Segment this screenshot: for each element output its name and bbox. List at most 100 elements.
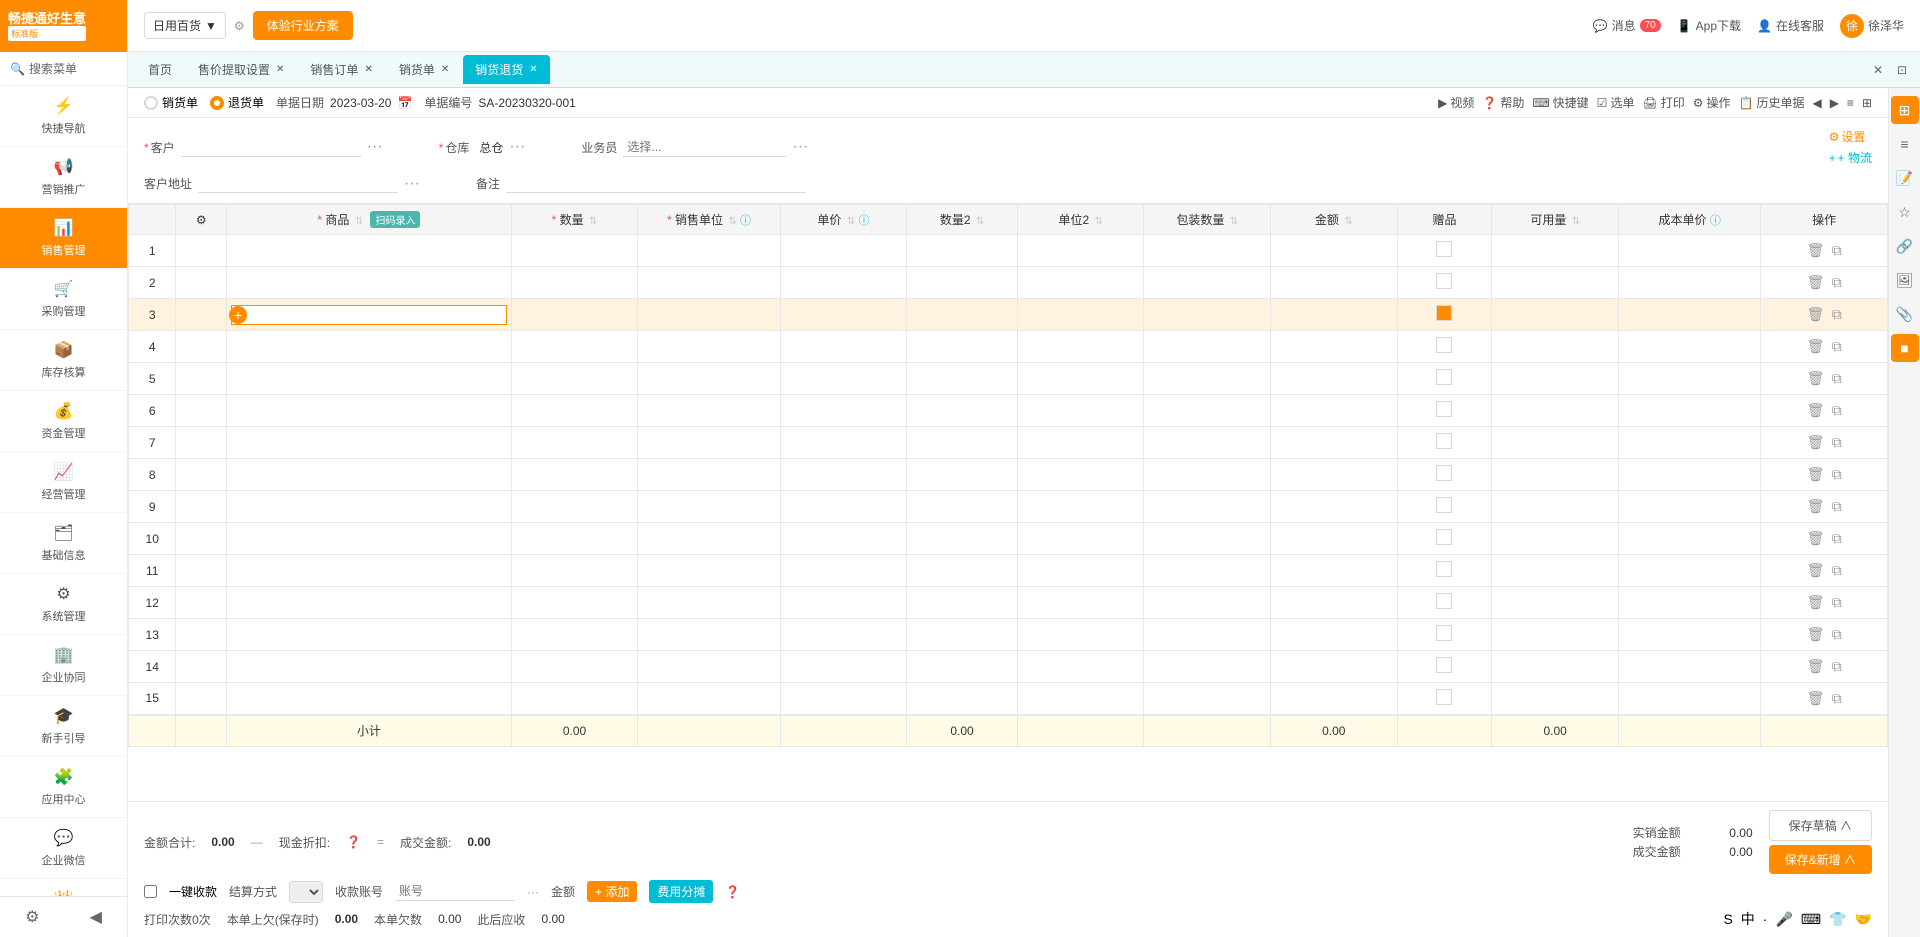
row-amount-8[interactable] — [1270, 459, 1397, 491]
row-pack-9[interactable] — [1144, 491, 1271, 523]
row-qty2-14[interactable] — [907, 651, 1018, 683]
row-unit-3[interactable] — [638, 299, 780, 331]
sidebar-item-weixin[interactable]: 💬 企业微信 — [0, 818, 127, 879]
row-avail-9[interactable] — [1492, 491, 1619, 523]
delete-row-btn-8[interactable]: 🗑 — [1807, 466, 1825, 482]
row-avail-14[interactable] — [1492, 651, 1619, 683]
sort-icon[interactable]: ⇅ — [355, 216, 363, 227]
row-price-6[interactable] — [780, 395, 907, 427]
row-unit2-15[interactable] — [1017, 683, 1144, 715]
sidebar-search[interactable]: 🔍 搜索菜单 — [0, 52, 127, 86]
row-unit-7[interactable] — [638, 427, 780, 459]
message-button[interactable]: 💬 消息 70 — [1593, 17, 1661, 34]
row-qty2-8[interactable] — [907, 459, 1018, 491]
ops-btn[interactable]: ⚙ 操作 — [1693, 94, 1731, 111]
row-unit2-3[interactable] — [1017, 299, 1144, 331]
row-amount-12[interactable] — [1270, 587, 1397, 619]
row-amount-9[interactable] — [1270, 491, 1397, 523]
radio-return-bill[interactable]: 退货单 — [210, 94, 264, 111]
row-qty2-11[interactable] — [907, 555, 1018, 587]
history-btn[interactable]: 📋 历史单据 — [1738, 94, 1804, 111]
online-service-button[interactable]: 👤 在线客服 — [1757, 17, 1824, 34]
row-unit-8[interactable] — [638, 459, 780, 491]
info-icon[interactable]: ⓘ — [740, 215, 751, 227]
copy-row-btn-6[interactable]: ⧉ — [1832, 402, 1842, 418]
gift-checkbox-3[interactable] — [1436, 305, 1452, 321]
row-gift-1[interactable] — [1397, 235, 1492, 267]
collapse-icon[interactable]: ◀ — [90, 907, 102, 927]
copy-row-btn-8[interactable]: ⧉ — [1832, 466, 1842, 482]
delete-row-btn-10[interactable]: 🗑 — [1807, 530, 1825, 546]
row-product-15[interactable] — [227, 683, 512, 715]
row-price-3[interactable] — [780, 299, 907, 331]
row-qty-14[interactable] — [511, 651, 638, 683]
sort-icon[interactable]: ⇅ — [847, 216, 855, 227]
grid-view-btn[interactable]: ⊞ — [1862, 96, 1872, 110]
row-unit-4[interactable] — [638, 331, 780, 363]
row-price-11[interactable] — [780, 555, 907, 587]
gift-checkbox-15[interactable] — [1436, 689, 1452, 705]
row-pack-1[interactable] — [1144, 235, 1271, 267]
row-avail-1[interactable] — [1492, 235, 1619, 267]
save-new-button[interactable]: 保存&新增 ∧ — [1769, 845, 1872, 874]
row-unit2-2[interactable] — [1017, 267, 1144, 299]
delete-row-btn-6[interactable]: 🗑 — [1807, 402, 1825, 418]
customer-ellipsis-btn[interactable]: ··· — [367, 138, 383, 156]
row-pack-13[interactable] — [1144, 619, 1271, 651]
close-window-button[interactable]: ✕ — [1868, 60, 1888, 80]
row-unit-15[interactable] — [638, 683, 780, 715]
row-pack-4[interactable] — [1144, 331, 1271, 363]
cash-discount-help-icon[interactable]: ❓ — [346, 835, 361, 849]
row-product-2[interactable] — [227, 267, 512, 299]
row-qty2-1[interactable] — [907, 235, 1018, 267]
row-avail-10[interactable] — [1492, 523, 1619, 555]
delete-row-btn-7[interactable]: 🗑 — [1807, 434, 1825, 450]
sort-icon[interactable]: ⇅ — [589, 216, 597, 227]
star-icon[interactable]: ☆ — [1891, 198, 1919, 226]
account-input[interactable] — [395, 882, 515, 901]
tab-sales-bill[interactable]: 销货单 ✕ — [387, 55, 461, 84]
row-price-8[interactable] — [780, 459, 907, 491]
sidebar-item-zijin[interactable]: 💰 资金管理 — [0, 391, 127, 452]
row-pack-7[interactable] — [1144, 427, 1271, 459]
row-amount-6[interactable] — [1270, 395, 1397, 427]
row-unit2-5[interactable] — [1017, 363, 1144, 395]
sidebar-item-yingxiao[interactable]: 📢 营销推广 — [0, 147, 127, 208]
scan-btn[interactable]: 扫码录入 — [370, 211, 420, 228]
row-product-8[interactable] — [227, 459, 512, 491]
sort-icon[interactable]: ⇅ — [1344, 216, 1352, 227]
row-price-7[interactable] — [780, 427, 907, 459]
info-icon[interactable]: ⓘ — [1710, 215, 1721, 227]
select-bill-btn[interactable]: ☑ 选单 — [1597, 94, 1635, 111]
copy-row-btn-2[interactable]: ⧉ — [1832, 274, 1842, 290]
row-pack-3[interactable] — [1144, 299, 1271, 331]
add-row-icon[interactable]: + — [229, 306, 247, 324]
gift-checkbox-7[interactable] — [1436, 433, 1452, 449]
gift-checkbox-14[interactable] — [1436, 657, 1452, 673]
row-qty2-12[interactable] — [907, 587, 1018, 619]
row-amount-14[interactable] — [1270, 651, 1397, 683]
row-price-10[interactable] — [780, 523, 907, 555]
row-qty2-10[interactable] — [907, 523, 1018, 555]
row-cost-1[interactable] — [1618, 235, 1760, 267]
copy-row-btn-3[interactable]: ⧉ — [1832, 306, 1842, 322]
row-amount-7[interactable] — [1270, 427, 1397, 459]
remark-input[interactable] — [506, 174, 806, 193]
row-product-12[interactable] — [227, 587, 512, 619]
row-amount-10[interactable] — [1270, 523, 1397, 555]
row-price-1[interactable] — [780, 235, 907, 267]
row-qty-6[interactable] — [511, 395, 638, 427]
copy-row-btn-10[interactable]: ⧉ — [1832, 530, 1842, 546]
salesperson-ellipsis-btn[interactable]: ··· — [792, 138, 808, 156]
row-product-6[interactable] — [227, 395, 512, 427]
row-unit-14[interactable] — [638, 651, 780, 683]
row-qty2-3[interactable] — [907, 299, 1018, 331]
row-product-11[interactable] — [227, 555, 512, 587]
row-avail-6[interactable] — [1492, 395, 1619, 427]
copy-row-btn-9[interactable]: ⧉ — [1832, 498, 1842, 514]
row-product-1[interactable] — [227, 235, 512, 267]
delete-row-btn-5[interactable]: 🗑 — [1807, 370, 1825, 386]
row-unit2-1[interactable] — [1017, 235, 1144, 267]
row-avail-13[interactable] — [1492, 619, 1619, 651]
delete-row-btn-15[interactable]: 🗑 — [1807, 690, 1825, 706]
